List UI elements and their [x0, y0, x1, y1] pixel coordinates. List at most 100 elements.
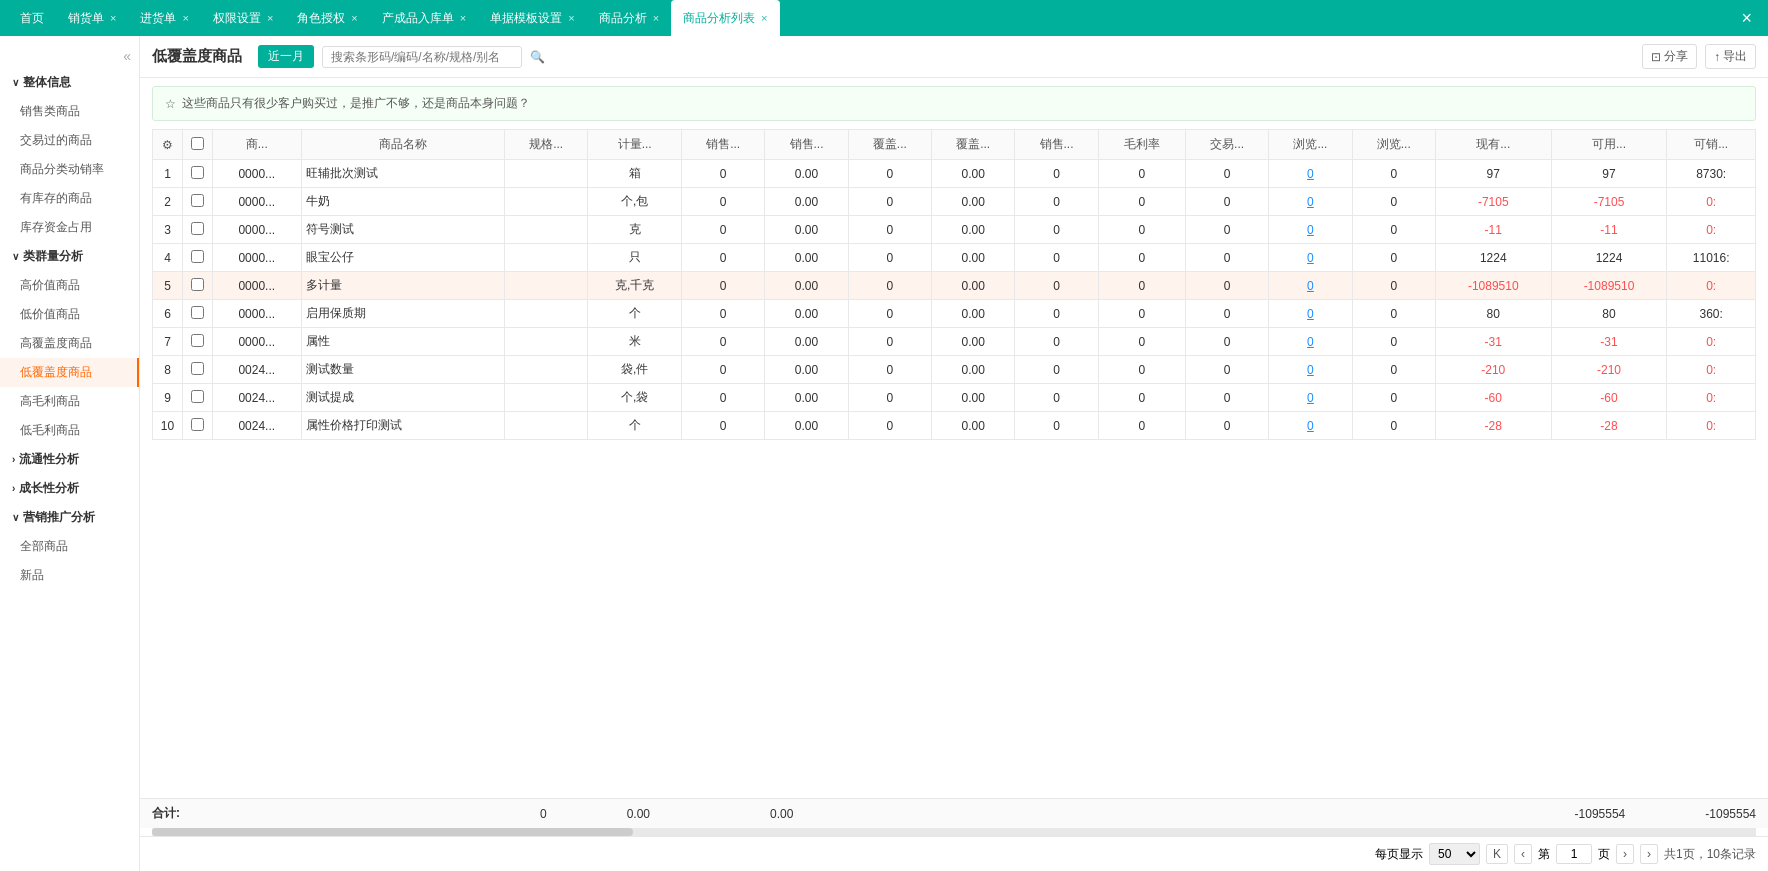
export-button[interactable]: ↑ 导出: [1705, 44, 1756, 69]
row-name[interactable]: 测试提成: [301, 384, 504, 412]
row-checkbox[interactable]: [183, 160, 213, 188]
sidebar-section-marketing[interactable]: ∨ 营销推广分析: [0, 503, 139, 532]
row-browse1[interactable]: 0: [1269, 244, 1352, 272]
export-icon: ↑: [1714, 50, 1720, 64]
row-sales-qty: 0: [682, 384, 765, 412]
sidebar-item-new-goods[interactable]: 新品: [0, 561, 139, 590]
row-name[interactable]: 测试数量: [301, 356, 504, 384]
row-name[interactable]: 属性: [301, 328, 504, 356]
nav-item-template[interactable]: 单据模板设置 ×: [478, 0, 586, 36]
row-sales-amt: 0.00: [765, 356, 848, 384]
close-icon[interactable]: ×: [351, 12, 357, 24]
row-checkbox[interactable]: [183, 188, 213, 216]
nav-item-product-entry[interactable]: 产成品入库单 ×: [370, 0, 478, 36]
sidebar-item-low-coverage[interactable]: 低覆盖度商品: [0, 358, 139, 387]
row-no: 3: [153, 216, 183, 244]
row-name[interactable]: 属性价格打印测试: [301, 412, 504, 440]
row-browse1[interactable]: 0: [1269, 328, 1352, 356]
row-sales-amt: 0.00: [765, 188, 848, 216]
row-name[interactable]: 眼宝公仔: [301, 244, 504, 272]
window-close-button[interactable]: ×: [1733, 8, 1760, 29]
sidebar-item-high-coverage[interactable]: 高覆盖度商品: [0, 329, 139, 358]
nav-item-analysis[interactable]: 商品分析 ×: [587, 0, 671, 36]
row-browse1[interactable]: 0: [1269, 412, 1352, 440]
share-button[interactable]: ⊡ 分享: [1642, 44, 1697, 69]
row-unit: 克: [588, 216, 682, 244]
row-name[interactable]: 符号测试: [301, 216, 504, 244]
row-checkbox[interactable]: [183, 244, 213, 272]
close-icon[interactable]: ×: [110, 12, 116, 24]
row-name[interactable]: 牛奶: [301, 188, 504, 216]
current-page-input[interactable]: [1556, 844, 1592, 864]
row-trans: 0: [1185, 216, 1268, 244]
sidebar-item-stock-capital[interactable]: 库存资金占用: [0, 213, 139, 242]
sidebar-item-low-value[interactable]: 低价值商品: [0, 300, 139, 329]
search-input[interactable]: [322, 46, 522, 68]
row-checkbox[interactable]: [183, 272, 213, 300]
nav-item-home[interactable]: 首页: [8, 0, 56, 36]
sidebar-item-high-margin[interactable]: 高毛利商品: [0, 387, 139, 416]
close-icon[interactable]: ×: [182, 12, 188, 24]
sidebar-item-high-value[interactable]: 高价值商品: [0, 271, 139, 300]
row-browse1[interactable]: 0: [1269, 356, 1352, 384]
next-page-button[interactable]: ›: [1616, 844, 1634, 864]
row-browse1[interactable]: 0: [1269, 384, 1352, 412]
row-sales3: 0: [1015, 384, 1098, 412]
info-banner: ☆ 这些商品只有很少客户购买过，是推广不够，还是商品本身问题？: [152, 86, 1756, 121]
row-cover2: 0.00: [932, 244, 1015, 272]
row-name[interactable]: 启用保质期: [301, 300, 504, 328]
sidebar-section-category[interactable]: ∨ 类群量分析: [0, 242, 139, 271]
column-checkbox[interactable]: [183, 130, 213, 160]
sidebar-section-flow[interactable]: › 流通性分析: [0, 445, 139, 474]
sidebar-item-category-turnover[interactable]: 商品分类动销率: [0, 155, 139, 184]
sidebar-item-sales-goods[interactable]: 销售类商品: [0, 97, 139, 126]
row-stock3: 11016:: [1667, 244, 1756, 272]
row-checkbox[interactable]: [183, 412, 213, 440]
column-gear[interactable]: ⚙: [153, 130, 183, 160]
close-icon[interactable]: ×: [761, 12, 767, 24]
nav-item-sales[interactable]: 销货单 ×: [56, 0, 128, 36]
close-icon[interactable]: ×: [568, 12, 574, 24]
search-icon[interactable]: 🔍: [530, 50, 545, 64]
row-browse1[interactable]: 0: [1269, 300, 1352, 328]
row-trans: 0: [1185, 244, 1268, 272]
row-browse1[interactable]: 0: [1269, 188, 1352, 216]
per-page-select[interactable]: 50 20 100 200: [1429, 843, 1480, 865]
pagination-bar: 每页显示 50 20 100 200 K ‹ 第 页 › › 共1页，10条记录: [140, 836, 1768, 871]
sidebar-item-stocked-goods[interactable]: 有库存的商品: [0, 184, 139, 213]
select-all-checkbox[interactable]: [191, 137, 204, 150]
close-icon[interactable]: ×: [460, 12, 466, 24]
sidebar-item-low-margin[interactable]: 低毛利商品: [0, 416, 139, 445]
nav-item-purchase[interactable]: 进货单 ×: [128, 0, 200, 36]
row-browse1[interactable]: 0: [1269, 216, 1352, 244]
row-checkbox[interactable]: [183, 300, 213, 328]
row-no: 8: [153, 356, 183, 384]
row-checkbox[interactable]: [183, 328, 213, 356]
nav-item-roles[interactable]: 角色授权 ×: [285, 0, 369, 36]
row-checkbox[interactable]: [183, 216, 213, 244]
row-browse1[interactable]: 0: [1269, 272, 1352, 300]
nav-item-analysis-list[interactable]: 商品分析列表 ×: [671, 0, 779, 36]
filter-period-button[interactable]: 近一月: [258, 45, 314, 68]
row-cover2: 0.00: [932, 216, 1015, 244]
row-browse1[interactable]: 0: [1269, 160, 1352, 188]
row-cover2: 0.00: [932, 356, 1015, 384]
sidebar-section-overall[interactable]: ∨ 整体信息: [0, 68, 139, 97]
row-name[interactable]: 多计量: [301, 272, 504, 300]
table-row: 4 0000... 眼宝公仔 只 0 0.00 0 0.00 0 0 0 0 0…: [153, 244, 1756, 272]
prev-page-button[interactable]: ‹: [1514, 844, 1532, 864]
close-icon[interactable]: ×: [267, 12, 273, 24]
sidebar-section-growth[interactable]: › 成长性分析: [0, 474, 139, 503]
first-page-button[interactable]: K: [1486, 844, 1508, 864]
row-sales-qty: 0: [682, 412, 765, 440]
sidebar-item-all-goods[interactable]: 全部商品: [0, 532, 139, 561]
close-icon[interactable]: ×: [653, 12, 659, 24]
sidebar-collapse-button[interactable]: «: [123, 48, 131, 64]
row-unit: 个,包: [588, 188, 682, 216]
row-checkbox[interactable]: [183, 356, 213, 384]
last-page-button[interactable]: ›: [1640, 844, 1658, 864]
row-checkbox[interactable]: [183, 384, 213, 412]
nav-item-permissions[interactable]: 权限设置 ×: [201, 0, 285, 36]
sidebar-item-traded-goods[interactable]: 交易过的商品: [0, 126, 139, 155]
row-name[interactable]: 旺辅批次测试: [301, 160, 504, 188]
